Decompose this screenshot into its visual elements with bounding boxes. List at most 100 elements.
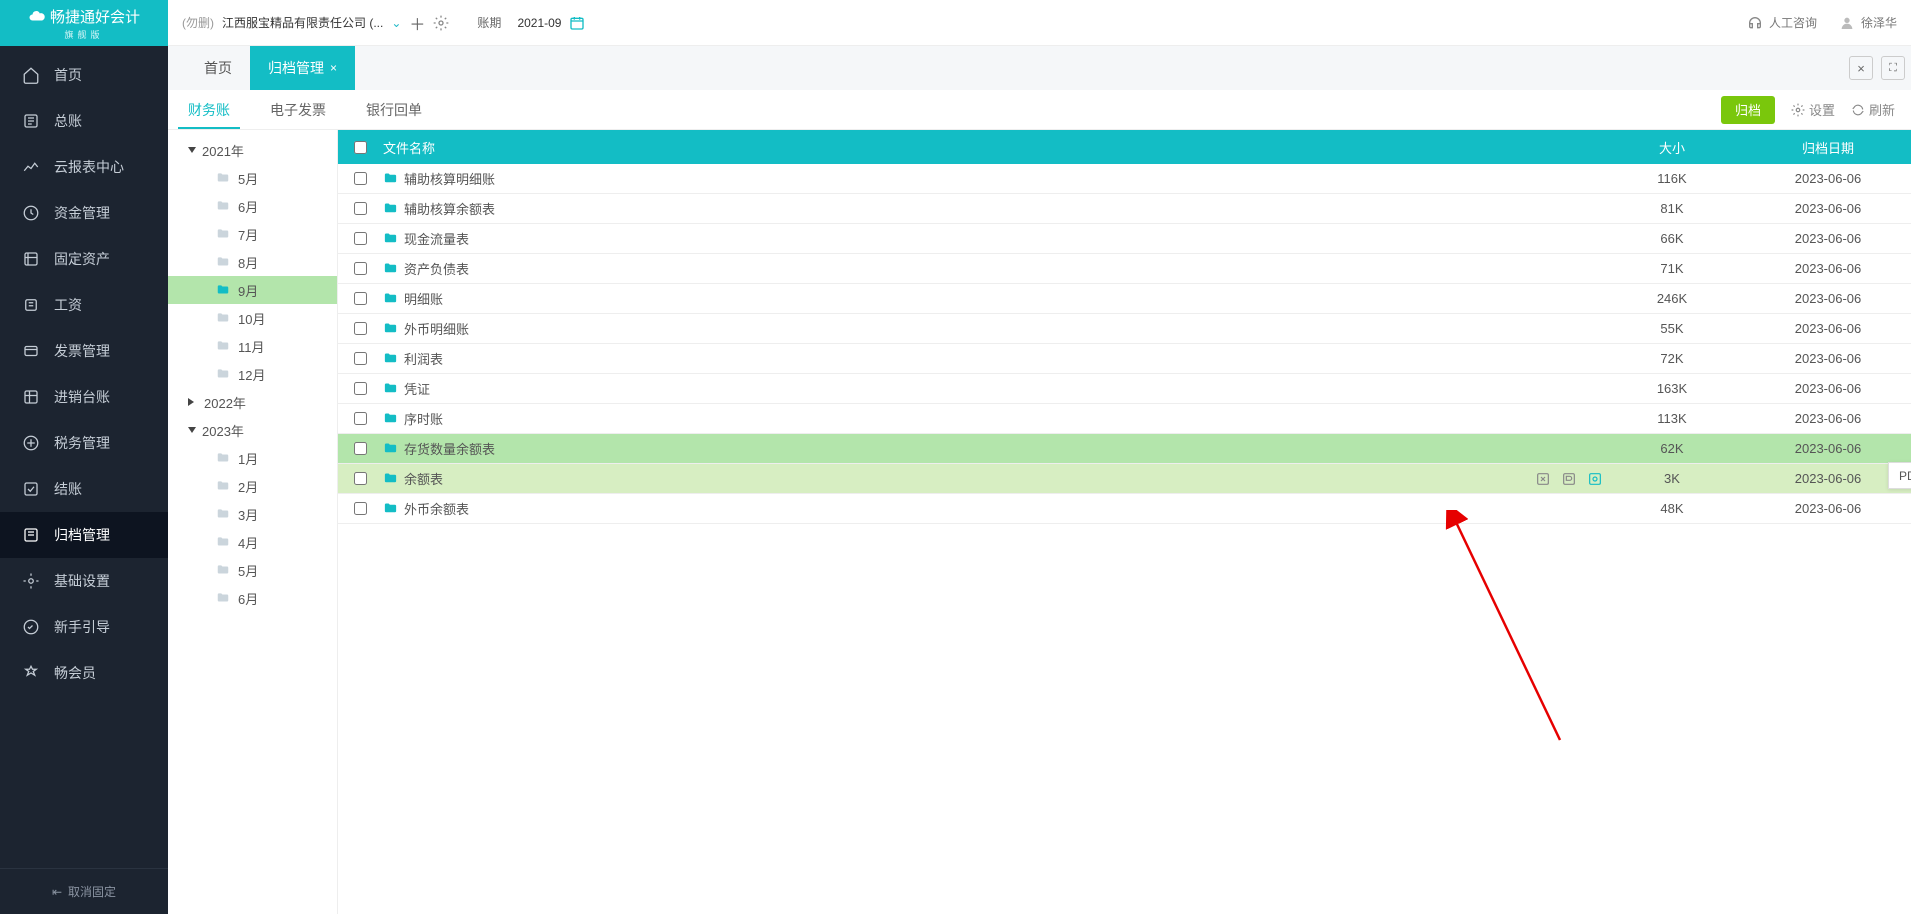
nav-资金管理[interactable]: 资金管理 (0, 190, 168, 236)
row-checkbox[interactable] (354, 202, 367, 215)
tab-strip: 首页 归档管理× × ⛶ (168, 46, 1911, 90)
file-date: 2023-06-06 (1745, 321, 1911, 336)
nav-基础设置[interactable]: 基础设置 (0, 558, 168, 604)
nav-云报表中心[interactable]: 云报表中心 (0, 144, 168, 190)
select-all-checkbox[interactable] (354, 141, 367, 154)
gear-icon (1791, 103, 1805, 117)
tree-year-2021[interactable]: 2021年 (168, 136, 337, 164)
table-row[interactable]: 外币明细账55K2023-06-06 (338, 314, 1911, 344)
table-row[interactable]: 现金流量表66K2023-06-06 (338, 224, 1911, 254)
pdf-view-icon[interactable] (1587, 471, 1603, 487)
file-date: 2023-06-06 (1745, 261, 1911, 276)
row-checkbox[interactable] (354, 292, 367, 305)
nav-结账[interactable]: 结账 (0, 466, 168, 512)
nav-list: 首页总账云报表中心资金管理固定资产工资发票管理进销台账税务管理结账归档管理基础设… (0, 46, 168, 868)
tree-month-9月[interactable]: 9月 (168, 276, 337, 304)
nav-首页[interactable]: 首页 (0, 52, 168, 98)
period-value[interactable]: 2021-09 (517, 16, 561, 30)
tab-archive[interactable]: 归档管理× (250, 46, 355, 90)
close-all-button[interactable]: × (1849, 56, 1873, 80)
gear-icon[interactable] (433, 15, 449, 31)
tree-month-1月[interactable]: 1月 (168, 444, 337, 472)
nav-icon (22, 158, 40, 176)
nav-icon (22, 480, 40, 498)
nav-icon (22, 572, 40, 590)
table-row[interactable]: 存货数量余额表62K2023-06-06 (338, 434, 1911, 464)
nav-总账[interactable]: 总账 (0, 98, 168, 144)
tree-month-7月[interactable]: 7月 (168, 220, 337, 248)
tree-month-12月[interactable]: 12月 (168, 360, 337, 388)
file-name: 凭证 (404, 379, 430, 398)
table-row[interactable]: 辅助核算明细账116K2023-06-06 (338, 164, 1911, 194)
pdf-export-icon[interactable] (1561, 471, 1577, 487)
refresh-button[interactable]: 刷新 (1851, 100, 1895, 119)
nav-工资[interactable]: 工资 (0, 282, 168, 328)
row-checkbox[interactable] (354, 382, 367, 395)
table-row[interactable]: 资产负债表71K2023-06-06 (338, 254, 1911, 284)
row-checkbox[interactable] (354, 232, 367, 245)
tree-month-10月[interactable]: 10月 (168, 304, 337, 332)
tree-month-11月[interactable]: 11月 (168, 332, 337, 360)
table-row[interactable]: 凭证163K2023-06-06 (338, 374, 1911, 404)
folder-icon (383, 441, 398, 456)
file-name: 辅助核算明细账 (404, 169, 495, 188)
calendar-icon[interactable] (569, 15, 585, 31)
tree-month-6月[interactable]: 6月 (168, 584, 337, 612)
nav-发票管理[interactable]: 发票管理 (0, 328, 168, 374)
nav-归档管理[interactable]: 归档管理 (0, 512, 168, 558)
nav-进销台账[interactable]: 进销台账 (0, 374, 168, 420)
excel-export-icon[interactable] (1535, 471, 1551, 487)
subtab-bank[interactable]: 银行回单 (346, 90, 442, 129)
nav-新手引导[interactable]: 新手引导 (0, 604, 168, 650)
close-icon[interactable]: × (330, 61, 337, 75)
caret-down-icon (188, 427, 196, 433)
row-checkbox[interactable] (354, 472, 367, 485)
table-row[interactable]: 余额表3K2023-06-06PDF查看 (338, 464, 1911, 494)
tree-year-2023[interactable]: 2023年 (168, 416, 337, 444)
table-row[interactable]: 利润表72K2023-06-06 (338, 344, 1911, 374)
sidebar: 畅捷通好会计 旗舰版 首页总账云报表中心资金管理固定资产工资发票管理进销台账税务… (0, 0, 168, 914)
folder-icon (216, 563, 230, 577)
brand-name: 畅捷通好会计 (50, 6, 140, 27)
unpin-button[interactable]: ⇤ 取消固定 (0, 868, 168, 914)
row-checkbox[interactable] (354, 322, 367, 335)
row-checkbox[interactable] (354, 412, 367, 425)
headset-icon (1747, 15, 1763, 31)
user-menu[interactable]: 徐泽华 (1839, 14, 1897, 31)
archive-button[interactable]: 归档 (1721, 96, 1775, 124)
tree-month-6月[interactable]: 6月 (168, 192, 337, 220)
row-checkbox[interactable] (354, 172, 367, 185)
company-selector[interactable]: 江西服宝精品有限责任公司 (... (222, 14, 383, 31)
table-row[interactable]: 明细账246K2023-06-06 (338, 284, 1911, 314)
subtab-einvoice[interactable]: 电子发票 (250, 90, 346, 129)
file-date: 2023-06-06 (1745, 381, 1911, 396)
nav-畅会员[interactable]: 畅会员 (0, 650, 168, 696)
nav-固定资产[interactable]: 固定资产 (0, 236, 168, 282)
settings-button[interactable]: 设置 (1791, 100, 1835, 119)
tree-year-2022[interactable]: 2022年 (168, 388, 337, 416)
subtab-finance[interactable]: 财务账 (168, 90, 250, 129)
table-row[interactable]: 辅助核算余额表81K2023-06-06 (338, 194, 1911, 224)
folder-icon (216, 479, 230, 493)
consult-button[interactable]: 人工咨询 (1747, 14, 1817, 31)
tree-month-4月[interactable]: 4月 (168, 528, 337, 556)
tree-month-8月[interactable]: 8月 (168, 248, 337, 276)
table-row[interactable]: 外币余额表48K2023-06-06 (338, 494, 1911, 524)
tree-month-3月[interactable]: 3月 (168, 500, 337, 528)
tree-month-2月[interactable]: 2月 (168, 472, 337, 500)
tree-month-5月[interactable]: 5月 (168, 164, 337, 192)
tree-month-5月[interactable]: 5月 (168, 556, 337, 584)
row-checkbox[interactable] (354, 502, 367, 515)
tab-home[interactable]: 首页 (186, 46, 250, 90)
chevron-down-icon[interactable]: ⌄ (391, 16, 401, 30)
table-row[interactable]: 序时账113K2023-06-06 (338, 404, 1911, 434)
nav-税务管理[interactable]: 税务管理 (0, 420, 168, 466)
row-checkbox[interactable] (354, 262, 367, 275)
file-name: 资产负债表 (404, 259, 469, 278)
fullscreen-button[interactable]: ⛶ (1881, 56, 1905, 80)
row-checkbox[interactable] (354, 442, 367, 455)
row-checkbox[interactable] (354, 352, 367, 365)
file-size: 55K (1599, 321, 1745, 336)
nav-icon (22, 66, 40, 84)
add-button[interactable]: ＋ (409, 11, 425, 35)
